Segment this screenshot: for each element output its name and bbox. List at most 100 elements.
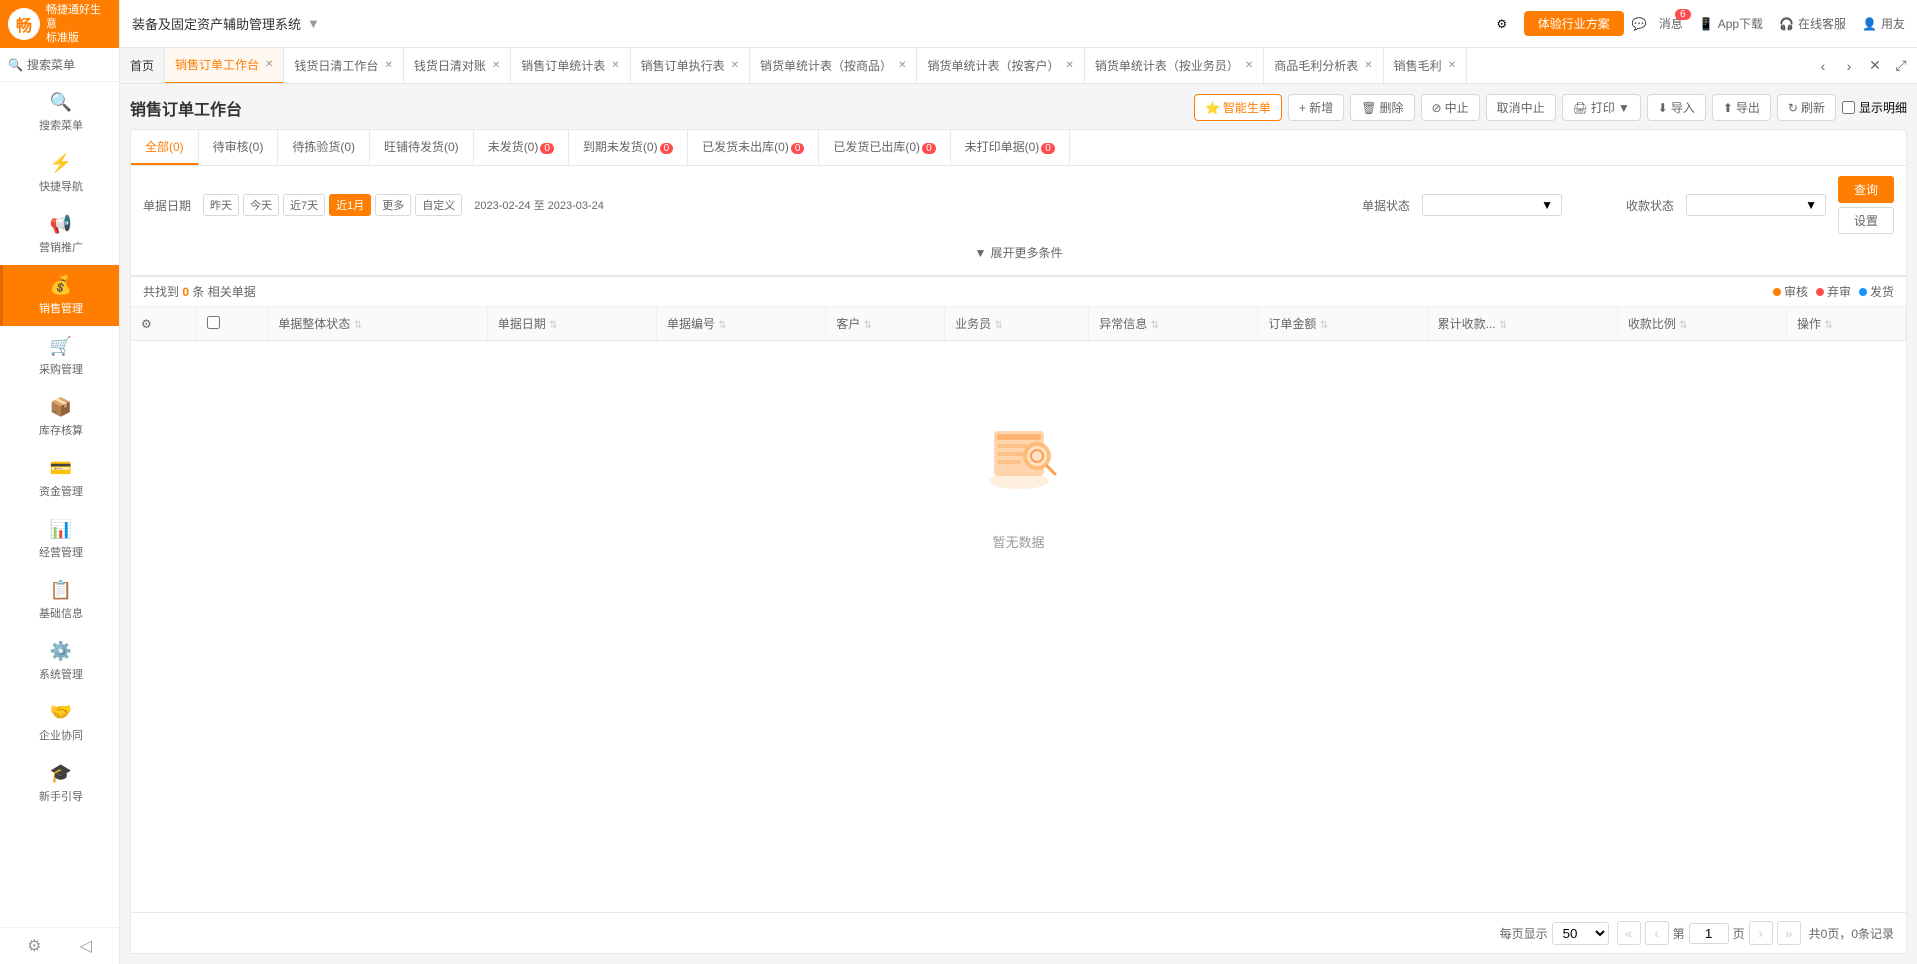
- sort-icon-exception[interactable]: ⇅: [1151, 320, 1159, 331]
- tab-sales-summary-product[interactable]: 销货单统计表（按商品）✕: [750, 48, 917, 84]
- filter-tab-pending-check[interactable]: 待拣验货(0): [278, 130, 370, 165]
- payment-status-select[interactable]: ▼: [1686, 194, 1826, 216]
- sidebar-item-finance[interactable]: 💳资金管理: [0, 448, 119, 509]
- filter-tab-overdue-not-shipped[interactable]: 到期未发货(0)0: [569, 130, 688, 165]
- tab-sales-order[interactable]: 销售订单工作台✕: [165, 48, 284, 84]
- sort-icon-date[interactable]: ⇅: [549, 320, 557, 331]
- tab-close-sales-profit[interactable]: ✕: [1448, 60, 1456, 71]
- sidebar-item-purchase[interactable]: 🛒采购管理: [0, 326, 119, 387]
- date-btn-7days[interactable]: 近7天: [283, 194, 325, 216]
- tab-close-sales-order[interactable]: ✕: [265, 59, 273, 70]
- filter-tab-shipped-not-out[interactable]: 已发货未出库(0)0: [688, 130, 819, 165]
- tab-cash-reconcile[interactable]: 钱货日清对账✕: [404, 48, 511, 84]
- header-gear-button[interactable]: ⚙: [1488, 10, 1516, 38]
- sort-icon-operation[interactable]: ⇅: [1824, 320, 1832, 331]
- per-page-select[interactable]: 50 10 20 100: [1552, 922, 1609, 945]
- smart-create-btn[interactable]: ⭐ 智能生单: [1194, 94, 1282, 121]
- filter-tab-shipped-out[interactable]: 已发货已出库(0)0: [819, 130, 950, 165]
- sort-icon-status[interactable]: ⇅: [354, 320, 362, 331]
- first-page-btn[interactable]: «: [1617, 921, 1641, 945]
- batch-action-ship[interactable]: 发货: [1859, 283, 1894, 300]
- trial-btn[interactable]: 体验行业方案: [1524, 11, 1624, 36]
- tab-sales-summary-staff[interactable]: 销货单统计表（按业务员）✕: [1085, 48, 1264, 84]
- tab-prev-btn[interactable]: ‹: [1811, 54, 1835, 78]
- filter-tab-wangpu-pending[interactable]: 旺铺待发货(0): [370, 130, 474, 165]
- tab-cash-daily[interactable]: 钱货日清工作台✕: [284, 48, 403, 84]
- date-btn-yesterday[interactable]: 昨天: [203, 194, 239, 216]
- settings-btn[interactable]: 设置: [1838, 207, 1894, 234]
- sort-icon-number[interactable]: ⇅: [718, 320, 726, 331]
- date-btn-1month[interactable]: 近1月: [329, 194, 371, 216]
- sidebar-item-shortcut[interactable]: ⚡快捷导航: [0, 143, 119, 204]
- tab-close-sales-summary-staff[interactable]: ✕: [1245, 60, 1253, 71]
- tab-close-cash-reconcile[interactable]: ✕: [492, 60, 500, 71]
- tab-sales-exec[interactable]: 销售订单执行表✕: [631, 48, 750, 84]
- show-detail-input[interactable]: [1842, 101, 1855, 114]
- table-scroll[interactable]: ⚙单据整体状态 ⇅单据日期 ⇅单据编号 ⇅客户 ⇅业务员 ⇅异常信息 ⇅订单金额…: [131, 307, 1906, 912]
- sidebar-item-basic[interactable]: 📋基础信息: [0, 570, 119, 631]
- sidebar-item-system[interactable]: ⚙️系统管理: [0, 631, 119, 692]
- next-page-btn[interactable]: ›: [1749, 921, 1773, 945]
- filter-tab-not-shipped[interactable]: 未发货(0)0: [474, 130, 569, 165]
- tab-close-sales-summary-customer[interactable]: ✕: [1065, 60, 1073, 71]
- tab-close-cash-daily[interactable]: ✕: [384, 60, 392, 71]
- tab-sales-profit[interactable]: 销售毛利✕: [1384, 48, 1467, 84]
- sort-icon-staff[interactable]: ⇅: [995, 320, 1003, 331]
- sidebar-item-inventory[interactable]: 📦库存核算: [0, 387, 119, 448]
- tab-close-sales-stats[interactable]: ✕: [611, 60, 619, 71]
- cancel-stop-btn[interactable]: 取消中止: [1486, 94, 1556, 121]
- print-btn[interactable]: 🖨 打印 ▼: [1562, 94, 1641, 121]
- sort-icon-ratio[interactable]: ⇅: [1679, 320, 1687, 331]
- system-name-dropdown-icon[interactable]: ▼: [307, 16, 320, 31]
- sidebar-item-marketing[interactable]: 📢营销推广: [0, 204, 119, 265]
- tab-close-all-btn[interactable]: ✕: [1863, 54, 1887, 78]
- import-btn[interactable]: ⬇ 导入: [1647, 94, 1706, 121]
- sort-icon-customer[interactable]: ⇅: [864, 320, 872, 331]
- sort-icon-amount[interactable]: ⇅: [1320, 320, 1328, 331]
- tab-close-sales-exec[interactable]: ✕: [731, 60, 739, 71]
- tab-close-sales-summary-product[interactable]: ✕: [898, 60, 906, 71]
- add-btn[interactable]: + 新增: [1288, 94, 1344, 121]
- app-download-action[interactable]: 📱 App下载: [1699, 15, 1763, 32]
- message-action[interactable]: 💬 6 消息: [1632, 15, 1683, 32]
- settings-bottom-icon[interactable]: ⚙: [27, 936, 41, 956]
- refresh-btn[interactable]: ↻ 刷新: [1777, 94, 1836, 121]
- tab-expand-btn[interactable]: ⤢: [1889, 54, 1913, 78]
- filter-tab-pending-review[interactable]: 待审核(0): [199, 130, 279, 165]
- stop-btn[interactable]: ⊘ 中止: [1421, 94, 1480, 121]
- tab-sales-stats[interactable]: 销售订单统计表✕: [511, 48, 630, 84]
- prev-page-btn[interactable]: ‹: [1645, 921, 1669, 945]
- collapse-icon[interactable]: ◁: [80, 936, 92, 956]
- show-detail-checkbox[interactable]: 显示明细: [1842, 99, 1907, 116]
- page-input[interactable]: [1689, 923, 1729, 944]
- expand-more-btn[interactable]: ▼ 展开更多条件: [975, 244, 1063, 261]
- tab-sales-summary-customer[interactable]: 销货单统计表（按客户）✕: [917, 48, 1084, 84]
- sidebar-item-enterprise[interactable]: 🤝企业协同: [0, 692, 119, 753]
- sidebar-item-sales[interactable]: 💰销售管理: [0, 265, 119, 326]
- sidebar-item-search[interactable]: 🔍搜索菜单: [0, 82, 119, 143]
- date-btn-more[interactable]: 更多: [375, 194, 411, 216]
- select-all-checkbox[interactable]: [207, 316, 220, 329]
- sidebar-search[interactable]: 🔍 搜索菜单: [0, 48, 119, 82]
- filter-tab-all[interactable]: 全部(0): [131, 130, 199, 165]
- sort-icon-collected[interactable]: ⇅: [1499, 320, 1507, 331]
- export-btn[interactable]: ⬆ 导出: [1712, 94, 1771, 121]
- tab-gross-margin[interactable]: 商品毛利分析表✕: [1264, 48, 1383, 84]
- date-btn-custom[interactable]: 自定义: [415, 194, 462, 216]
- filter-tab-not-printed[interactable]: 未打印单据(0)0: [951, 130, 1070, 165]
- col-settings-icon[interactable]: ⚙: [141, 317, 152, 331]
- sidebar-item-operations[interactable]: 📊经营管理: [0, 509, 119, 570]
- sidebar-item-guide[interactable]: 🎓新手引导: [0, 753, 119, 814]
- tab-next-btn[interactable]: ›: [1837, 54, 1861, 78]
- query-btn[interactable]: 查询: [1838, 176, 1894, 203]
- tab-home[interactable]: 首页: [120, 48, 165, 84]
- col-header-settings[interactable]: ⚙: [131, 307, 197, 341]
- batch-action-anti-review[interactable]: 弃审: [1816, 283, 1851, 300]
- date-btn-today[interactable]: 今天: [243, 194, 279, 216]
- doc-status-select[interactable]: ▼: [1422, 194, 1562, 216]
- delete-btn[interactable]: 🗑 删除: [1350, 94, 1414, 121]
- tab-close-gross-margin[interactable]: ✕: [1364, 60, 1372, 71]
- batch-action-review[interactable]: 审核: [1773, 283, 1808, 300]
- col-header-checkbox[interactable]: [197, 307, 268, 341]
- last-page-btn[interactable]: »: [1777, 921, 1801, 945]
